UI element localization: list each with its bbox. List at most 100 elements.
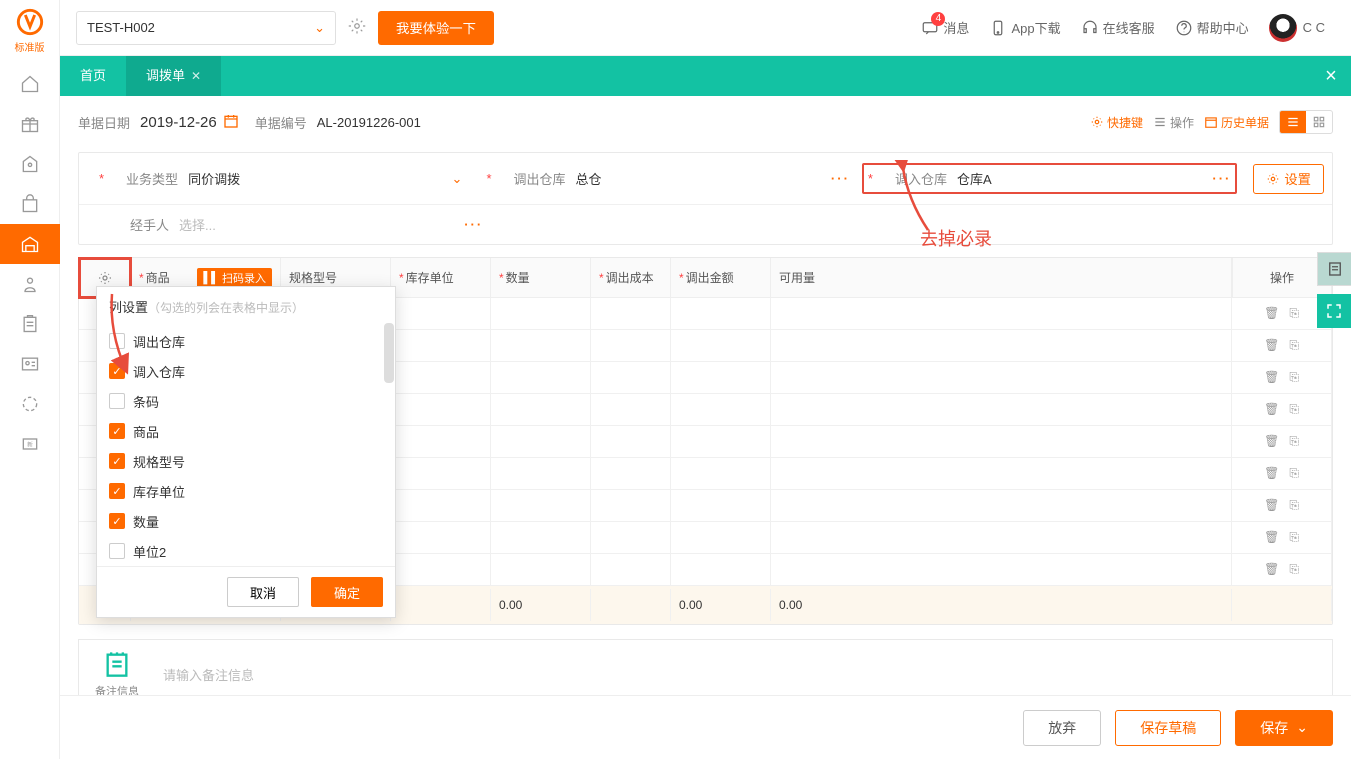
- col-option[interactable]: 商品: [109, 416, 383, 446]
- nav-new-icon[interactable]: 新: [0, 424, 60, 464]
- delete-icon[interactable]: 🗑: [1264, 530, 1279, 545]
- calendar-icon[interactable]: [223, 113, 239, 132]
- docno-label: 单据编号: [255, 113, 307, 132]
- col-cancel-button[interactable]: 取消: [227, 577, 299, 607]
- user-menu[interactable]: C C: [1269, 14, 1325, 42]
- copy-icon[interactable]: ⎘: [1289, 434, 1299, 449]
- nav-money-icon[interactable]: [0, 264, 60, 304]
- trial-button[interactable]: 我要体验一下: [378, 11, 494, 45]
- col-qty: *数量: [491, 258, 591, 298]
- messages-button[interactable]: 4 消息: [921, 18, 969, 37]
- copy-icon[interactable]: ⎘: [1289, 306, 1299, 321]
- col-option[interactable]: 数量: [109, 506, 383, 536]
- close-icon[interactable]: ✕: [191, 69, 201, 83]
- col-option[interactable]: 调出仓库: [109, 326, 383, 356]
- checkbox-icon: [109, 483, 125, 499]
- delete-icon[interactable]: 🗑: [1264, 338, 1279, 353]
- nav-loading-icon[interactable]: [0, 384, 60, 424]
- remarks-input[interactable]: 请输入备注信息: [163, 665, 254, 684]
- help-button[interactable]: 帮助中心: [1175, 18, 1249, 37]
- checkbox-icon: [109, 363, 125, 379]
- chevron-down-icon[interactable]: ⌄: [452, 171, 463, 187]
- save-button[interactable]: 保存⌄: [1235, 710, 1333, 746]
- more-icon[interactable]: ···: [831, 171, 850, 186]
- discard-button[interactable]: 放弃: [1023, 710, 1101, 746]
- col-option[interactable]: 条码: [109, 386, 383, 416]
- remarks-icon: 备注信息: [95, 650, 139, 695]
- gear-icon: [97, 270, 113, 286]
- nav-clipboard-icon[interactable]: [0, 304, 60, 344]
- checkbox-icon: [109, 393, 125, 409]
- history-link[interactable]: 历史单据: [1204, 114, 1269, 131]
- settings-button[interactable]: 设置: [1253, 164, 1324, 194]
- logo-text: 标准版: [8, 39, 52, 54]
- col-avail: 可用量: [771, 258, 1232, 298]
- delete-icon[interactable]: 🗑: [1264, 434, 1279, 449]
- copy-icon[interactable]: ⎘: [1289, 466, 1299, 481]
- chevron-down-icon: ⌄: [1296, 719, 1308, 736]
- tab-home[interactable]: 首页: [60, 56, 126, 96]
- delete-icon[interactable]: 🗑: [1264, 306, 1279, 321]
- footer-avail: 0.00: [771, 589, 1232, 621]
- view-list-button[interactable]: [1280, 111, 1306, 133]
- nav-tag-icon[interactable]: [0, 144, 60, 184]
- delete-icon[interactable]: 🗑: [1264, 466, 1279, 481]
- support-button[interactable]: 在线客服: [1081, 18, 1155, 37]
- headset-icon: [1081, 19, 1099, 37]
- column-settings-popover: 列设置（勾选的列会在表格中显示） 调出仓库调入仓库条码商品规格型号库存单位数量单…: [96, 286, 396, 618]
- nav-bag-icon[interactable]: [0, 184, 60, 224]
- col-option[interactable]: 调入仓库: [109, 356, 383, 386]
- list-icon: [1153, 115, 1167, 129]
- col-option[interactable]: 库存单位: [109, 476, 383, 506]
- copy-icon[interactable]: ⎘: [1289, 338, 1299, 353]
- col-amount: *调出金额: [671, 258, 771, 298]
- left-sidebar: 标准版 新: [0, 0, 60, 759]
- app-download-button[interactable]: App下载: [989, 18, 1060, 37]
- scan-entry-button[interactable]: ▌▌ 扫码录入: [197, 268, 272, 288]
- more-icon[interactable]: ···: [1212, 171, 1231, 186]
- delete-icon[interactable]: 🗑: [1264, 402, 1279, 417]
- copy-icon[interactable]: ⎘: [1289, 370, 1299, 385]
- fullscreen-float-button[interactable]: [1317, 294, 1351, 328]
- in-warehouse-field[interactable]: * 调入仓库 仓库A ···: [862, 163, 1237, 194]
- tab-bar: 首页 调拨单✕ ×: [60, 56, 1351, 96]
- copy-icon[interactable]: ⎘: [1289, 562, 1299, 577]
- nav-home-icon[interactable]: [0, 64, 60, 104]
- col-option[interactable]: 规格型号: [109, 446, 383, 476]
- more-icon[interactable]: ···: [464, 217, 483, 232]
- copy-icon[interactable]: ⎘: [1289, 498, 1299, 513]
- logo[interactable]: 标准版: [8, 8, 52, 54]
- scrollbar-thumb[interactable]: [384, 323, 394, 383]
- handler-field[interactable]: 经手人 选择... ···: [87, 215, 495, 234]
- help-icon: [1175, 19, 1193, 37]
- checkbox-icon: [109, 423, 125, 439]
- view-grid-button[interactable]: [1306, 111, 1332, 133]
- header-gear-icon[interactable]: [348, 17, 366, 38]
- date-value[interactable]: 2019-12-26: [140, 114, 217, 131]
- operate-link[interactable]: 操作: [1153, 114, 1194, 131]
- store-selector[interactable]: TEST-H002 ⌄: [76, 11, 336, 45]
- col-option[interactable]: 单位2: [109, 536, 383, 566]
- delete-icon[interactable]: 🗑: [1264, 370, 1279, 385]
- calendar-icon: [1204, 115, 1218, 129]
- out-warehouse-field[interactable]: * 调出仓库 总仓 ···: [474, 169, 861, 188]
- copy-icon[interactable]: ⎘: [1289, 530, 1299, 545]
- delete-icon[interactable]: 🗑: [1264, 562, 1279, 577]
- gear-icon: [1090, 115, 1104, 129]
- nav-gift-icon[interactable]: [0, 104, 60, 144]
- save-draft-button[interactable]: 保存草稿: [1115, 710, 1221, 746]
- copy-icon[interactable]: ⎘: [1289, 402, 1299, 417]
- nav-warehouse-icon[interactable]: [0, 224, 60, 264]
- logo-icon: [16, 8, 44, 36]
- close-panel-button[interactable]: ×: [1311, 65, 1351, 88]
- tab-transfer[interactable]: 调拨单✕: [126, 56, 221, 96]
- store-name: TEST-H002: [87, 20, 155, 35]
- delete-icon[interactable]: 🗑: [1264, 498, 1279, 513]
- nav-id-icon[interactable]: [0, 344, 60, 384]
- biz-type-field[interactable]: * 业务类型 同价调拨 ⌄: [87, 169, 474, 188]
- remarks-box: 备注信息 请输入备注信息: [78, 639, 1333, 695]
- notes-float-button[interactable]: [1317, 252, 1351, 286]
- avatar-icon: [1269, 14, 1297, 42]
- shortcut-link[interactable]: 快捷键: [1090, 114, 1143, 131]
- col-ok-button[interactable]: 确定: [311, 577, 383, 607]
